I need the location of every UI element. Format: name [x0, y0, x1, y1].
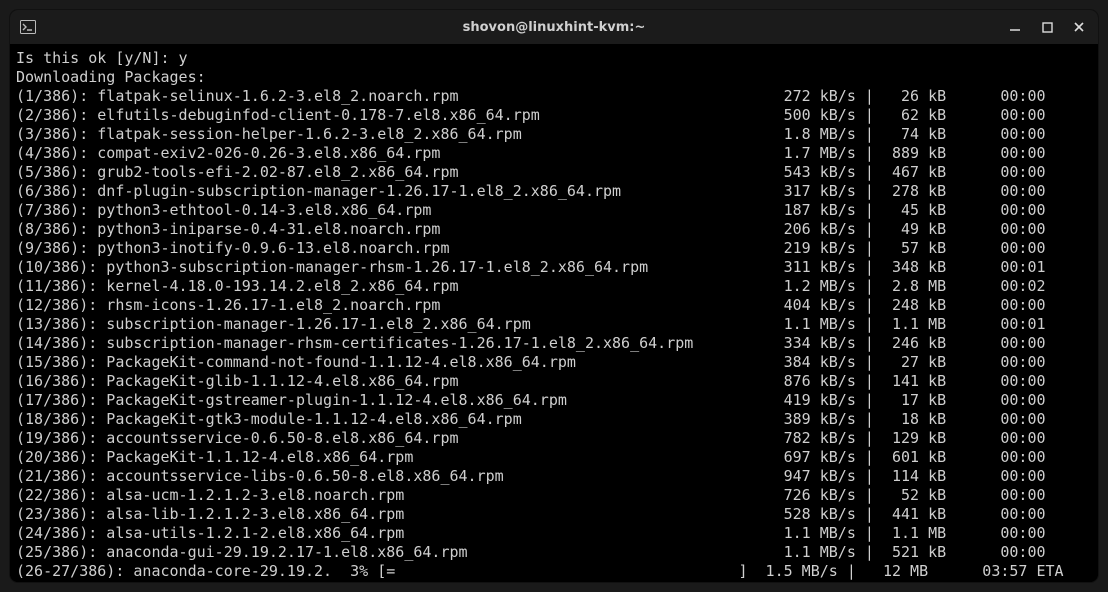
window-controls — [1006, 18, 1088, 36]
terminal-icon — [18, 17, 38, 37]
terminal-window: shovon@linuxhint-kvm:~ Is this ok [y/N]:… — [10, 10, 1098, 582]
close-icon — [1073, 21, 1085, 33]
window-title: shovon@linuxhint-kvm:~ — [10, 20, 1098, 35]
close-button[interactable] — [1070, 18, 1088, 36]
minimize-button[interactable] — [1006, 18, 1024, 36]
maximize-icon — [1042, 22, 1053, 33]
titlebar: shovon@linuxhint-kvm:~ — [10, 10, 1098, 45]
minimize-icon — [1009, 21, 1021, 33]
maximize-button[interactable] — [1038, 18, 1056, 36]
terminal-output[interactable]: Is this ok [y/N]: y Downloading Packages… — [10, 45, 1098, 582]
